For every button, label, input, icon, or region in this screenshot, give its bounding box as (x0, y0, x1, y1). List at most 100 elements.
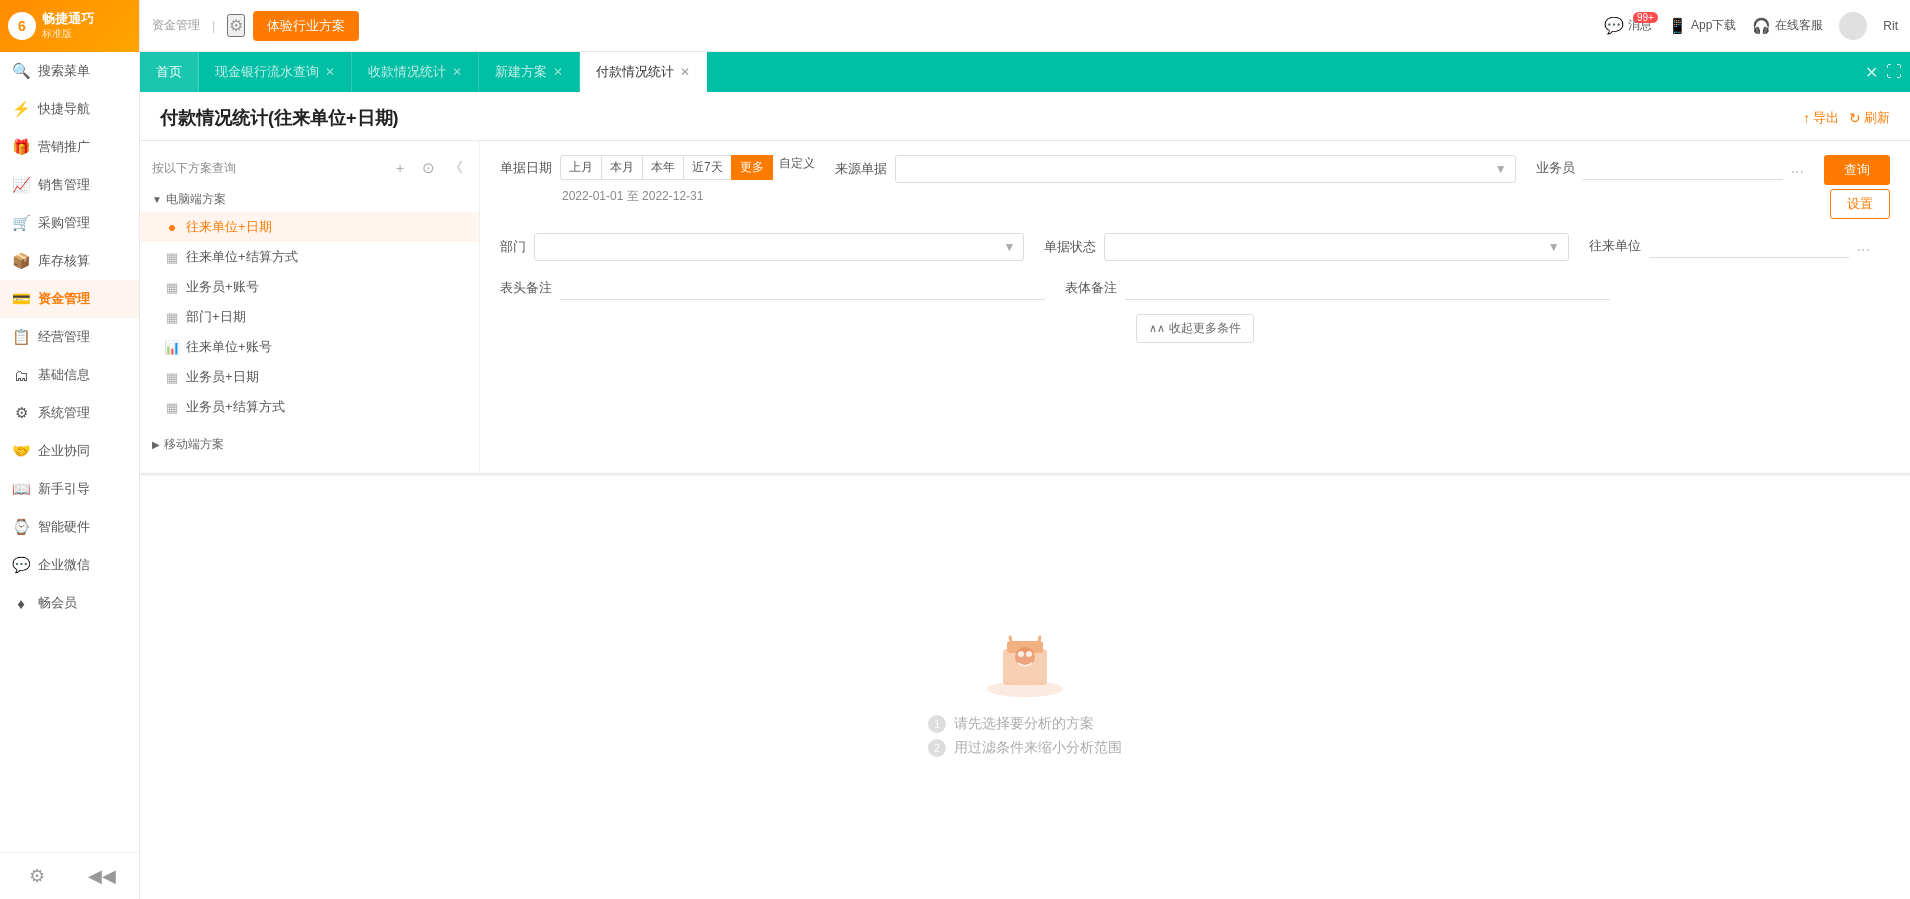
tab-payments[interactable]: 付款情况统计 ✕ (580, 52, 707, 92)
scheme-grid-icon-1: ▦ (164, 249, 180, 265)
topbar-settings-button[interactable]: ⚙ (227, 14, 245, 37)
sidebar-item-shortcuts[interactable]: ⚡ 快捷导航 (0, 90, 139, 128)
corp-icon: 🤝 (12, 442, 30, 460)
tab-home[interactable]: 首页 (140, 52, 199, 92)
query-button[interactable]: 查询 (1824, 155, 1890, 185)
header-note-input[interactable] (560, 275, 1045, 300)
user-name[interactable]: Rit (1883, 19, 1898, 33)
sidebar-item-weixin[interactable]: 💬 企业微信 (0, 546, 139, 584)
message-badge: 99+ (1633, 12, 1658, 23)
collapse-sidebar-button[interactable]: 《 (445, 157, 467, 179)
sidebar-item-inventory[interactable]: 📦 库存核算 (0, 242, 139, 280)
this-year-button[interactable]: 本年 (642, 155, 684, 180)
chevron-right-icon: ▶ (152, 439, 160, 450)
search-icon: 🔍 (12, 62, 30, 80)
tab-bank[interactable]: 现金银行流水查询 ✕ (199, 52, 352, 92)
dept-field: 部门 ▼ (500, 233, 1024, 261)
sidebar-item-basic[interactable]: 🗂 基础信息 (0, 356, 139, 394)
scheme-item-salesman-date[interactable]: ▦ 业务员+日期 (140, 362, 479, 392)
tab-payments-close-icon[interactable]: ✕ (680, 65, 690, 79)
last-month-button[interactable]: 上月 (560, 155, 602, 180)
chevron-up-icon: ∧∧ (1149, 322, 1165, 335)
dept-select[interactable]: ▼ (534, 233, 1024, 261)
scheme-settings-button[interactable]: ⊙ (417, 157, 439, 179)
filter-row-2: 部门 ▼ 单据状态 ▼ 往来单位 (500, 233, 1890, 261)
partner-input[interactable] (1649, 233, 1849, 258)
topbar-service-button[interactable]: 🎧 在线客服 (1752, 17, 1823, 35)
main-area: 资金管理 | ⚙ 体验行业方案 💬 消息 99+ 📱 App下载 🎧 在线客服 … (140, 0, 1910, 899)
ops-icon: 📋 (12, 328, 30, 346)
sidebar-item-corp[interactable]: 🤝 企业协同 (0, 432, 139, 470)
sidebar-item-system[interactable]: ⚙ 系统管理 (0, 394, 139, 432)
last-7-days-button[interactable]: 近7天 (683, 155, 732, 180)
breadcrumb-text: 资金管理 (152, 17, 200, 34)
desktop-scheme-title[interactable]: ▼ 电脑端方案 (140, 187, 479, 212)
tab-bank-close-icon[interactable]: ✕ (325, 65, 335, 79)
source-select[interactable]: ▼ (895, 155, 1516, 183)
sidebar-collapse-button[interactable]: ◀◀ (74, 861, 132, 891)
scheme-item-unit-date[interactable]: ● 往来单位+日期 (140, 212, 479, 242)
filter-actions: 查询 设置 (1824, 155, 1890, 219)
scheme-item-unit-account[interactable]: 📊 往来单位+账号 (140, 332, 479, 362)
partner-dots[interactable]: ... (1857, 237, 1870, 255)
more-date-button[interactable]: 更多 (731, 155, 773, 180)
sidebar: 6 畅捷通巧 标准版 🔍 搜索菜单 ⚡ 快捷导航 🎁 营销推广 📈 销售管理 🛒… (0, 0, 140, 899)
sidebar-item-member[interactable]: ♦ 畅会员 (0, 584, 139, 622)
sidebar-item-finance[interactable]: 💳 资金管理 (0, 280, 139, 318)
plus-icon: + (396, 160, 404, 176)
sidebar-item-marketing[interactable]: 🎁 营销推广 (0, 128, 139, 166)
breadcrumb: 资金管理 (152, 17, 200, 34)
sidebar-settings-button[interactable]: ⚙ (8, 861, 66, 891)
trial-button[interactable]: 体验行业方案 (253, 11, 359, 41)
empty-step-1: 1 请先选择要分析的方案 (928, 715, 1094, 733)
status-label: 单据状态 (1044, 238, 1096, 256)
collapse-left-icon: 《 (449, 159, 463, 177)
sidebar-item-purchase[interactable]: 🛒 采购管理 (0, 204, 139, 242)
body-note-input[interactable] (1125, 275, 1610, 300)
sidebar-item-search[interactable]: 🔍 搜索菜单 (0, 52, 139, 90)
tab-receipts[interactable]: 收款情况统计 ✕ (352, 52, 479, 92)
filter-form: 单据日期 上月 本月 本年 近7天 更多 自定义 2022-01-01 至 20… (480, 141, 1910, 473)
collapse-conditions-button[interactable]: ∧∧ 收起更多条件 (1136, 314, 1254, 343)
this-month-button[interactable]: 本月 (601, 155, 643, 180)
add-scheme-button[interactable]: + (389, 157, 411, 179)
avatar[interactable] (1839, 12, 1867, 40)
scheme-item-unit-settle[interactable]: ▦ 往来单位+结算方式 (140, 242, 479, 272)
filter-row-1: 单据日期 上月 本月 本年 近7天 更多 自定义 2022-01-01 至 20… (500, 155, 1890, 219)
salesman-dots[interactable]: ... (1791, 159, 1804, 177)
scheme-item-salesman-account[interactable]: ▦ 业务员+账号 (140, 272, 479, 302)
guide-icon: 📖 (12, 480, 30, 498)
salesman-field: 业务员 ... (1536, 155, 1804, 180)
refresh-button[interactable]: ↻ 刷新 (1849, 109, 1890, 127)
sidebar-item-sales[interactable]: 📈 销售管理 (0, 166, 139, 204)
salesman-input[interactable] (1583, 155, 1783, 180)
app-icon: 📱 (1668, 17, 1687, 35)
scheme-item-salesman-settle[interactable]: ▦ 业务员+结算方式 (140, 392, 479, 422)
tab-new-scheme-close-icon[interactable]: ✕ (553, 65, 563, 79)
scheme-item-dept-date[interactable]: ▦ 部门+日期 (140, 302, 479, 332)
sidebar-nav: 🔍 搜索菜单 ⚡ 快捷导航 🎁 营销推广 📈 销售管理 🛒 采购管理 📦 库存核… (0, 52, 139, 852)
close-all-tabs-button[interactable]: ✕ (1865, 63, 1878, 82)
mobile-scheme-title[interactable]: ▶ 移动端方案 (140, 430, 479, 459)
tab-receipts-close-icon[interactable]: ✕ (452, 65, 462, 79)
sidebar-item-guide[interactable]: 📖 新手引导 (0, 470, 139, 508)
content-area: 付款情况统计(往来单位+日期) ↑ 导出 ↻ 刷新 按以下方案查询 (140, 92, 1910, 899)
gift-icon: 🎁 (12, 138, 30, 156)
desktop-scheme-section: ▼ 电脑端方案 ● 往来单位+日期 ▦ 往来单位+结算方式 ▦ 业务员+账号 (140, 183, 479, 426)
source-select-arrow: ▼ (1495, 162, 1507, 176)
topbar-app-download-button[interactable]: 📱 App下载 (1668, 17, 1736, 35)
filter-row-3: 表头备注 表体备注 (500, 275, 1890, 300)
status-select[interactable]: ▼ (1104, 233, 1568, 261)
sidebar-item-hardware[interactable]: ⌚ 智能硬件 (0, 508, 139, 546)
inventory-icon: 📦 (12, 252, 30, 270)
expand-window-button[interactable]: ⛶ (1886, 63, 1902, 81)
filter-settings-button[interactable]: 设置 (1830, 189, 1890, 219)
empty-step-2: 2 用过滤条件来缩小分析范围 (928, 739, 1122, 757)
export-button[interactable]: ↑ 导出 (1803, 109, 1839, 127)
tab-new-scheme[interactable]: 新建方案 ✕ (479, 52, 580, 92)
scheme-grid-icon-6: ▦ (164, 399, 180, 415)
sidebar-item-ops[interactable]: 📋 经营管理 (0, 318, 139, 356)
weixin-icon: 💬 (12, 556, 30, 574)
svg-point-5 (1026, 651, 1032, 657)
topbar-message-button[interactable]: 💬 消息 99+ (1604, 16, 1652, 35)
